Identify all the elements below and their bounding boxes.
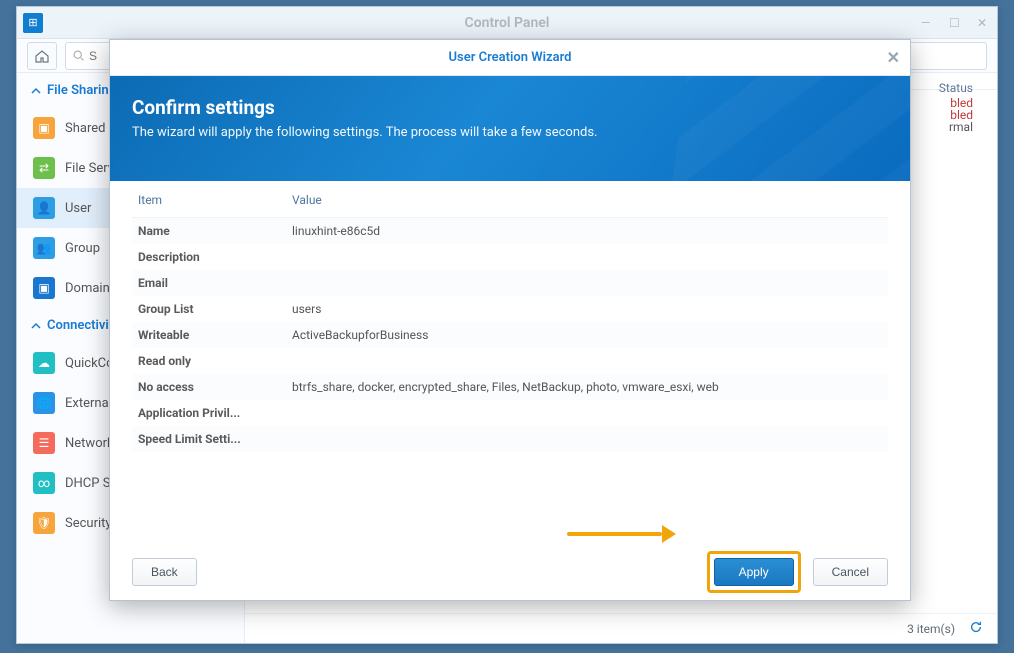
setting-value: linuxhint-e86c5d — [292, 224, 882, 238]
minimize-icon[interactable]: — — [921, 16, 935, 30]
settings-row: Email — [132, 270, 888, 296]
setting-item: Read only — [138, 354, 292, 368]
setting-item: No access — [138, 380, 292, 394]
settings-row: Read only — [132, 348, 888, 374]
refresh-button[interactable] — [969, 620, 983, 637]
close-icon[interactable]: ✕ — [977, 16, 991, 30]
home-icon — [34, 48, 50, 64]
settings-row: Speed Limit Setti... — [132, 426, 888, 452]
col-value-header: Value — [292, 193, 322, 207]
setting-value — [292, 354, 882, 368]
search-icon — [72, 49, 85, 62]
apply-button[interactable]: Apply — [714, 558, 794, 586]
table-footer: 3 item(s) — [245, 613, 997, 643]
network-icon: ☰ — [33, 432, 55, 454]
chevron-up-icon — [31, 86, 41, 96]
user-icon: 👤 — [33, 197, 55, 219]
window-title: Control Panel — [17, 15, 997, 31]
setting-item: Description — [138, 250, 292, 264]
modal-subheading: The wizard will apply the following sett… — [132, 125, 888, 140]
setting-item: Name — [138, 224, 292, 238]
setting-value: ActiveBackupforBusiness — [292, 328, 882, 342]
domain-icon: ▣ — [33, 277, 55, 299]
col-status: Status — [939, 81, 973, 95]
cancel-button[interactable]: Cancel — [813, 558, 888, 586]
home-button[interactable] — [27, 42, 57, 70]
chevron-up-icon — [31, 321, 41, 331]
modal-banner: Confirm settings The wizard will apply t… — [110, 76, 910, 181]
settings-row: WriteableActiveBackupforBusiness — [132, 322, 888, 348]
dhcp-icon: ∞ — [33, 472, 55, 494]
setting-item: Group List — [138, 302, 292, 316]
window-buttons: — ☐ ✕ — [921, 16, 991, 30]
setting-value — [292, 276, 882, 290]
maximize-icon[interactable]: ☐ — [949, 16, 963, 30]
settings-row: Namelinuxhint-e86c5d — [132, 218, 888, 244]
modal-buttons: Back Apply Cancel — [110, 544, 910, 600]
cloud-icon: ☁ — [33, 352, 55, 374]
user-creation-wizard: User Creation Wizard ✕ Confirm settings … — [109, 39, 911, 601]
setting-value: btrfs_share, docker, encrypted_share, Fi… — [292, 380, 882, 394]
setting-value: users — [292, 302, 882, 316]
file-icon: ⇄ — [33, 157, 55, 179]
modal-title: User Creation Wizard ✕ — [110, 40, 910, 76]
settings-header: Item Value — [132, 181, 888, 218]
settings-row: Application Privil... — [132, 400, 888, 426]
modal-heading: Confirm settings — [132, 96, 888, 119]
group-icon: 👥 — [33, 237, 55, 259]
setting-item: Writeable — [138, 328, 292, 342]
setting-value — [292, 250, 882, 264]
setting-item: Email — [138, 276, 292, 290]
apply-highlight: Apply — [707, 551, 801, 593]
refresh-icon — [969, 620, 983, 634]
globe-icon: 🌐 — [33, 392, 55, 414]
settings-row: No accessbtrfs_share, docker, encrypted_… — [132, 374, 888, 400]
shield-icon: 🛡 — [33, 512, 55, 534]
settings-table: Item Value Namelinuxhint-e86c5dDescripti… — [110, 181, 910, 544]
setting-value — [292, 432, 882, 446]
titlebar: ⊞ Control Panel — ☐ ✕ — [17, 7, 997, 39]
settings-row: Group Listusers — [132, 296, 888, 322]
back-button[interactable]: Back — [132, 558, 197, 586]
setting-item: Speed Limit Setti... — [138, 432, 292, 446]
folder-icon: ▣ — [33, 117, 55, 139]
modal-close-button[interactable]: ✕ — [887, 48, 900, 67]
setting-value — [292, 406, 882, 420]
settings-row: Description — [132, 244, 888, 270]
col-item-header: Item — [138, 193, 292, 207]
app-icon: ⊞ — [23, 13, 43, 33]
setting-item: Application Privil... — [138, 406, 292, 420]
footer-count: 3 item(s) — [907, 622, 955, 636]
